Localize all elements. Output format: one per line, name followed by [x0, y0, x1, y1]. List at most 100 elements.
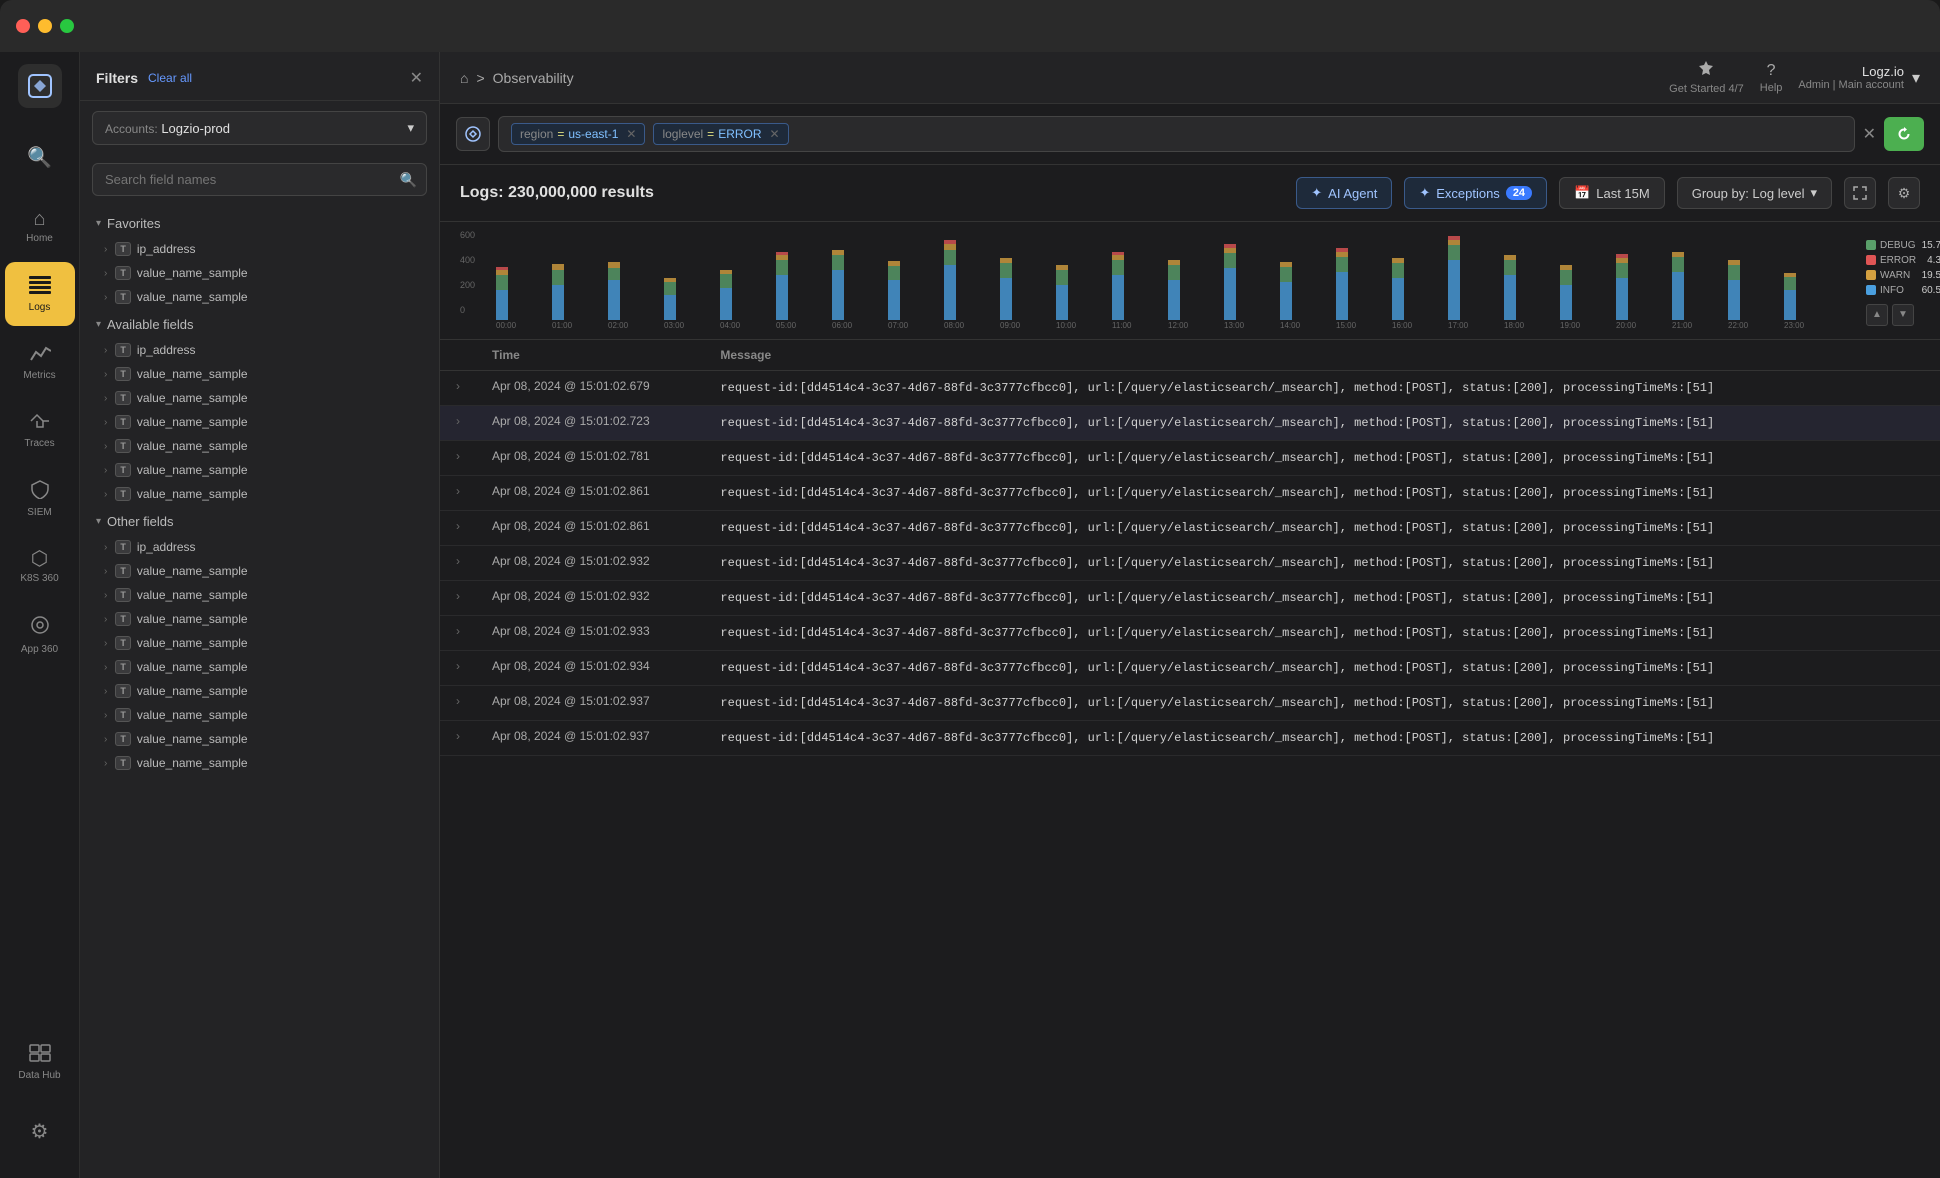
row-expand-icon[interactable]: › [440, 441, 476, 476]
sidebar-item-home[interactable]: ⌂ Home [5, 194, 75, 258]
row-expand-icon[interactable]: › [440, 721, 476, 756]
list-item[interactable]: › T ip_address [80, 237, 439, 261]
log-table-container[interactable]: Time Message ›Apr 08, 2024 @ 15:01:02.67… [440, 340, 1940, 1178]
row-expand-icon[interactable]: › [440, 546, 476, 581]
user-info[interactable]: Logz.io Admin | Main account ▾ [1798, 64, 1920, 91]
svg-text:06:00: 06:00 [832, 321, 853, 330]
list-item[interactable]: › T value_name_sample [80, 434, 439, 458]
favorites-section-header[interactable]: ▾ Favorites [80, 208, 439, 237]
ai-agent-button[interactable]: ✦ AI Agent [1296, 177, 1392, 209]
list-item[interactable]: › T value_name_sample [80, 703, 439, 727]
log-message: request-id:[dd4514c4-3c37-4d67-88fd-3c37… [704, 476, 1940, 511]
sidebar-item-app360[interactable]: App 360 [5, 602, 75, 666]
search-filters-bar[interactable]: region = us-east-1 ✕ loglevel = ERROR ✕ [498, 116, 1855, 152]
available-fields-section-header[interactable]: ▾ Available fields [80, 309, 439, 338]
row-expand-icon[interactable]: › [440, 476, 476, 511]
row-expand-icon[interactable]: › [440, 651, 476, 686]
list-item[interactable]: › T value_name_sample [80, 655, 439, 679]
row-expand-icon[interactable]: › [440, 616, 476, 651]
minimize-window-btn[interactable] [38, 19, 52, 33]
table-row[interactable]: ›Apr 08, 2024 @ 15:01:02.934request-id:[… [440, 651, 1940, 686]
sidebar-item-traces[interactable]: Traces [5, 398, 75, 462]
list-item[interactable]: › T value_name_sample [80, 631, 439, 655]
sidebar-item-search[interactable]: 🔍 [5, 126, 75, 190]
ai-icon-button[interactable] [456, 117, 490, 151]
row-expand-icon[interactable]: › [440, 686, 476, 721]
list-item[interactable]: › T value_name_sample [80, 751, 439, 775]
sidebar-item-k8s360[interactable]: ⬡ K8S 360 [5, 534, 75, 598]
list-item[interactable]: › T value_name_sample [80, 559, 439, 583]
list-item[interactable]: › T ip_address [80, 338, 439, 362]
time-range-label: Last 15M [1596, 186, 1649, 201]
sidebar-item-settings[interactable]: ⚙ [5, 1100, 75, 1164]
list-item[interactable]: › T value_name_sample [80, 458, 439, 482]
list-item[interactable]: › T value_name_sample [80, 410, 439, 434]
refresh-button[interactable] [1884, 117, 1924, 151]
log-time: Apr 08, 2024 @ 15:01:02.861 [476, 476, 704, 511]
list-item[interactable]: › T value_name_sample [80, 482, 439, 506]
clear-all-button[interactable]: Clear all [148, 71, 192, 85]
table-row[interactable]: ›Apr 08, 2024 @ 15:01:02.861request-id:[… [440, 476, 1940, 511]
account-selector[interactable]: Accounts: Logzio-prod ▾ [92, 111, 427, 145]
list-item[interactable]: › T value_name_sample [80, 362, 439, 386]
search-field-input[interactable] [92, 163, 427, 196]
header-actions: Get Started 4/7 ? Help Logz.io Admin | M… [1669, 60, 1920, 95]
logs-area: Logs: 230,000,000 results ✦ AI Agent ✦ E… [440, 165, 1940, 1178]
row-expand-icon[interactable]: › [440, 406, 476, 441]
home-icon: ⌂ [33, 209, 45, 229]
other-fields-section-header[interactable]: ▾ Other fields [80, 506, 439, 535]
search-clear-button[interactable]: ✕ [1863, 124, 1876, 144]
expand-view-button[interactable] [1844, 177, 1876, 209]
sidebar-item-logs[interactable]: Logs [5, 262, 75, 326]
svg-text:19:00: 19:00 [1560, 321, 1581, 330]
filter-close-button[interactable]: ✕ [410, 68, 423, 88]
table-row[interactable]: ›Apr 08, 2024 @ 15:01:02.932request-id:[… [440, 581, 1940, 616]
sidebar-item-datahub[interactable]: Data Hub [5, 1030, 75, 1094]
get-started-button[interactable]: Get Started 4/7 [1669, 60, 1744, 95]
close-window-btn[interactable] [16, 19, 30, 33]
list-item[interactable]: › T value_name_sample [80, 727, 439, 751]
search-icon: 🔍 [400, 171, 417, 188]
list-item[interactable]: › T value_name_sample [80, 583, 439, 607]
filter-remove-icon[interactable]: ✕ [626, 127, 636, 141]
sidebar-home-label: Home [26, 233, 53, 244]
sidebar-item-siem[interactable]: SIEM [5, 466, 75, 530]
chevron-down-icon: ▼ [1898, 309, 1908, 320]
table-row[interactable]: ›Apr 08, 2024 @ 15:01:02.932request-id:[… [440, 546, 1940, 581]
exceptions-button[interactable]: ✦ Exceptions 24 [1404, 177, 1547, 209]
table-row[interactable]: ›Apr 08, 2024 @ 15:01:02.679request-id:[… [440, 371, 1940, 406]
gear-icon: ⚙ [1898, 185, 1911, 202]
list-item[interactable]: › T value_name_sample [80, 285, 439, 309]
settings-view-button[interactable]: ⚙ [1888, 177, 1920, 209]
log-message: request-id:[dd4514c4-3c37-4d67-88fd-3c37… [704, 721, 1940, 756]
time-range-button[interactable]: 📅 Last 15M [1559, 177, 1665, 209]
list-item[interactable]: › T value_name_sample [80, 261, 439, 285]
list-item[interactable]: › T value_name_sample [80, 386, 439, 410]
table-row[interactable]: ›Apr 08, 2024 @ 15:01:02.861request-id:[… [440, 511, 1940, 546]
table-row[interactable]: ›Apr 08, 2024 @ 15:01:02.933request-id:[… [440, 616, 1940, 651]
maximize-window-btn[interactable] [60, 19, 74, 33]
list-item[interactable]: › T value_name_sample [80, 607, 439, 631]
table-row[interactable]: ›Apr 08, 2024 @ 15:01:02.937request-id:[… [440, 721, 1940, 756]
row-expand-icon[interactable]: › [440, 371, 476, 406]
group-by-button[interactable]: Group by: Log level ▾ [1677, 177, 1832, 209]
chart-scroll-down-button[interactable]: ▼ [1892, 304, 1914, 326]
table-row[interactable]: ›Apr 08, 2024 @ 15:01:02.937request-id:[… [440, 686, 1940, 721]
row-expand-icon[interactable]: › [440, 581, 476, 616]
filter-tag-region[interactable]: region = us-east-1 ✕ [511, 123, 645, 145]
filter-remove-icon[interactable]: ✕ [770, 127, 780, 141]
field-expand-icon: › [104, 465, 107, 476]
field-expand-icon: › [104, 590, 107, 601]
row-expand-icon[interactable]: › [440, 511, 476, 546]
list-item[interactable]: › T value_name_sample [80, 679, 439, 703]
error-color-dot [1866, 255, 1876, 265]
help-button[interactable]: ? Help [1760, 62, 1783, 94]
sidebar-item-metrics[interactable]: Metrics [5, 330, 75, 394]
chart-scroll-up-button[interactable]: ▲ [1866, 304, 1888, 326]
list-item[interactable]: › T ip_address [80, 535, 439, 559]
table-row[interactable]: ›Apr 08, 2024 @ 15:01:02.723request-id:[… [440, 406, 1940, 441]
filter-tag-loglevel[interactable]: loglevel = ERROR ✕ [653, 123, 788, 145]
field-name: value_name_sample [137, 487, 248, 501]
field-expand-icon: › [104, 417, 107, 428]
table-row[interactable]: ›Apr 08, 2024 @ 15:01:02.781request-id:[… [440, 441, 1940, 476]
